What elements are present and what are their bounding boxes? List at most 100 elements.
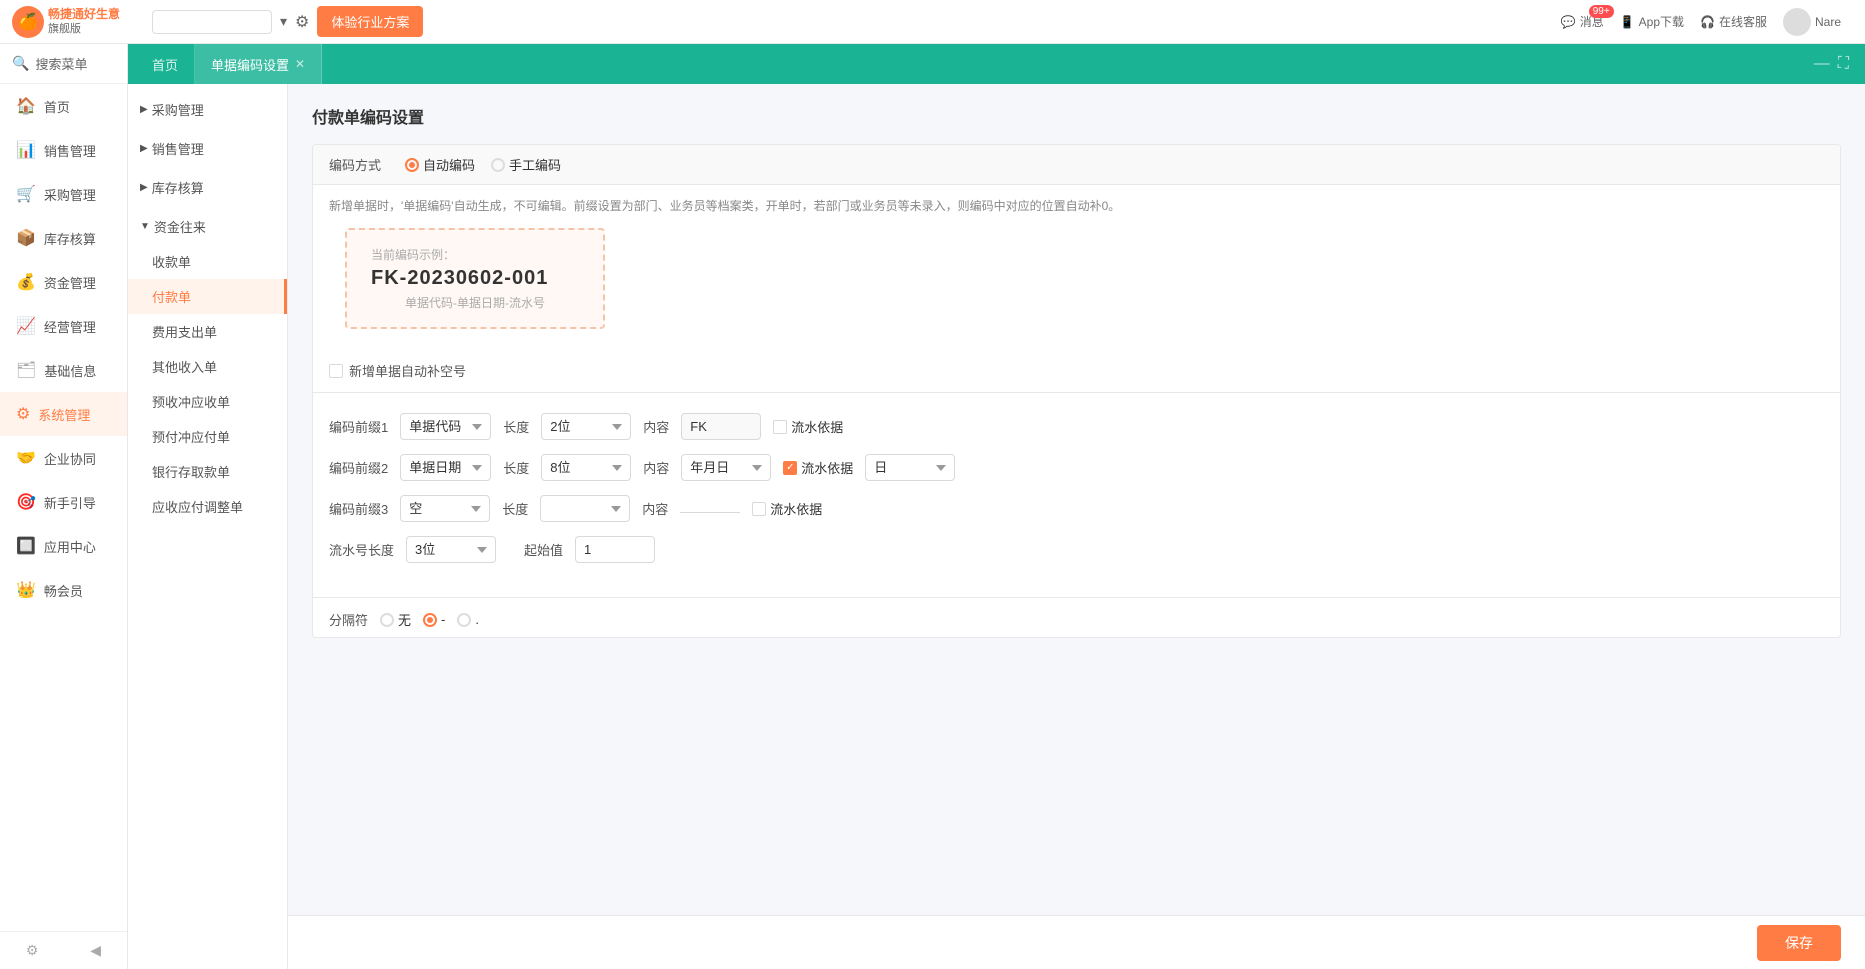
sidebar-item-basic[interactable]: 🗂 基础信息: [0, 348, 127, 392]
sep-dash-radio[interactable]: -: [423, 612, 445, 627]
sep-dot-radio[interactable]: .: [457, 612, 479, 627]
prefix2-stream-check[interactable]: ✓: [783, 461, 797, 475]
sub-item-expense[interactable]: 费用支出单: [128, 314, 287, 349]
prefix2-length-select[interactable]: 8位: [541, 454, 631, 481]
sub-item-payment[interactable]: 付款单: [128, 279, 287, 314]
sidebar-settings-btn[interactable]: ⚙: [26, 942, 39, 959]
prefix3-stream-checkbox: 流水依据: [752, 499, 822, 518]
basic-icon: 🗂: [16, 360, 36, 380]
sub-item-prepay-payable[interactable]: 预付冲应付单: [128, 419, 287, 454]
sub-group-sales-title[interactable]: ▶ 销售管理: [128, 131, 287, 166]
tab-bar: 首页 单据编码设置 ✕ — ⛶: [128, 44, 1865, 84]
search-menu-item[interactable]: 🔍 搜索菜单: [0, 44, 127, 84]
logo-line1: 畅捷通好生意: [48, 7, 120, 23]
sub-item-prepay-receivable[interactable]: 预收冲应收单: [128, 384, 287, 419]
sub-group-inventory: ▶ 库存核算: [128, 170, 287, 205]
auto-fill-label: 新增单据自动补空号: [349, 361, 466, 380]
sidebar-item-inventory[interactable]: 📦 库存核算: [0, 216, 127, 260]
header-message-item[interactable]: 💬 消息 99+: [1561, 13, 1604, 30]
header-user-item[interactable]: Nare: [1783, 8, 1841, 36]
prefix3-length-label: 长度: [502, 499, 528, 518]
sub-group-purchase-title[interactable]: ▶ 采购管理: [128, 92, 287, 127]
sidebar-label-cooperation: 企业协同: [44, 449, 96, 468]
tab-home-label: 首页: [152, 55, 178, 74]
prefix2-stream-cycle-select[interactable]: 日: [865, 454, 955, 481]
sidebar-label-appcenter: 应用中心: [44, 537, 96, 556]
serial-length-select[interactable]: 3位: [406, 536, 496, 563]
prefix3-stream-check[interactable]: [752, 502, 766, 516]
header-dropdown-btn[interactable]: ▾: [280, 13, 287, 30]
tab-serial[interactable]: 单据编码设置 ✕: [195, 44, 322, 84]
sub-group-inventory-label: 库存核算: [152, 178, 204, 197]
prefix1-length-select[interactable]: 2位: [541, 413, 631, 440]
tab-home[interactable]: 首页: [136, 44, 195, 84]
arrow-right-icon: ▶: [140, 104, 148, 115]
radio-manual-encoding[interactable]: 手工编码: [491, 155, 561, 174]
sidebar-item-purchase[interactable]: 🛒 采购管理: [0, 172, 127, 216]
header-online-service-item[interactable]: 🎧 在线客服: [1700, 13, 1767, 30]
encoding-section-card: 编码方式 自动编码 手工编码: [312, 144, 1841, 638]
logo-text: 畅捷通好生意 旗舰版: [48, 7, 120, 37]
sub-item-ap-adjust[interactable]: 应收应付调整单: [128, 489, 287, 524]
serial-length-label: 流水号长度: [329, 540, 394, 559]
sidebar-item-appcenter[interactable]: 🔲 应用中心: [0, 524, 127, 568]
guide-icon: 🎯: [16, 492, 36, 512]
sidebar-item-sales[interactable]: 📊 销售管理: [0, 128, 127, 172]
prefix2-content-select[interactable]: 年月日: [681, 454, 771, 481]
sub-item-bank-deposit[interactable]: 银行存取款单: [128, 454, 287, 489]
radio-auto-encoding[interactable]: 自动编码: [405, 155, 475, 174]
tab-maximize-btn[interactable]: ⛶: [1838, 55, 1849, 73]
sep-dash-circle: [423, 613, 437, 627]
prefix3-length-select[interactable]: [540, 495, 630, 522]
save-button[interactable]: 保存: [1757, 925, 1841, 961]
prefix2-length-label: 长度: [503, 458, 529, 477]
header-trial-btn[interactable]: 体验行业方案: [317, 6, 423, 37]
header-app-download-item[interactable]: 📱 App下载: [1620, 13, 1684, 30]
sidebar-label-basic: 基础信息: [44, 361, 96, 380]
sub-group-capital-title[interactable]: ▼ 资金往来: [128, 209, 287, 244]
sidebar-item-member[interactable]: 👑 畅会员: [0, 568, 127, 612]
preview-desc: 单据代码-单据日期-流水号: [371, 294, 579, 311]
sep-dash-label: -: [441, 612, 445, 627]
header-settings-btn[interactable]: ⚙: [295, 12, 309, 32]
sidebar-item-system[interactable]: ⚙ 系统管理: [0, 392, 127, 436]
sidebar-collapse-btn[interactable]: ◀: [90, 942, 101, 959]
preview-area: 当前编码示例： FK-20230602-001 单据代码-单据日期-流水号: [313, 228, 1840, 353]
page-title: 付款单编码设置: [312, 104, 1841, 128]
encoding-method-label: 编码方式: [329, 155, 381, 174]
sidebar-item-operations[interactable]: 📈 经营管理: [0, 304, 127, 348]
separator-row: 分隔符 无 - .: [313, 602, 1840, 637]
sidebar-item-finance[interactable]: 💰 资金管理: [0, 260, 127, 304]
prefix1-select[interactable]: 单据代码: [400, 413, 491, 440]
search-icon: 🔍: [12, 55, 29, 72]
auto-fill-checkbox[interactable]: [329, 364, 343, 378]
sep-none-radio[interactable]: 无: [380, 610, 411, 629]
tab-minimize-btn[interactable]: —: [1814, 55, 1830, 73]
prefix2-select[interactable]: 单据日期: [400, 454, 491, 481]
page-content: 付款单编码设置 编码方式 自动编码: [288, 84, 1865, 915]
prefix1-row: 编码前缀1 单据代码 长度 2位 内容 FK: [329, 413, 1824, 440]
serial-row: 流水号长度 3位 起始值: [329, 536, 1824, 563]
sidebar-item-cooperation[interactable]: 🤝 企业协同: [0, 436, 127, 480]
form-section: 编码前缀1 单据代码 长度 2位 内容 FK: [313, 397, 1840, 593]
radio-group-encoding: 自动编码 手工编码: [405, 155, 561, 174]
prefix1-stream-check[interactable]: [773, 420, 787, 434]
header-search-input[interactable]: [152, 10, 272, 34]
sidebar-item-home[interactable]: 🏠 首页: [0, 84, 127, 128]
system-icon: ⚙: [16, 404, 30, 424]
sub-group-sales: ▶ 销售管理: [128, 131, 287, 166]
sidebar-label-purchase: 采购管理: [44, 185, 96, 204]
start-value-input[interactable]: [575, 536, 655, 563]
sub-item-receipt[interactable]: 收款单: [128, 244, 287, 279]
tab-close-btn[interactable]: ✕: [295, 57, 305, 71]
app-download-label: App下载: [1639, 13, 1684, 30]
sidebar-item-guide[interactable]: 🎯 新手引导: [0, 480, 127, 524]
sub-group-inventory-title[interactable]: ▶ 库存核算: [128, 170, 287, 205]
sales-icon: 📊: [16, 140, 36, 160]
prefix3-row: 编码前缀3 空 长度 内容: [329, 495, 1824, 522]
appcenter-icon: 🔲: [16, 536, 36, 556]
sub-item-other-income[interactable]: 其他收入单: [128, 349, 287, 384]
preview-label: 当前编码示例：: [371, 246, 579, 263]
content-area: ▶ 采购管理 ▶ 销售管理 ▶ 库存核算: [128, 84, 1865, 969]
prefix3-select[interactable]: 空: [400, 495, 490, 522]
